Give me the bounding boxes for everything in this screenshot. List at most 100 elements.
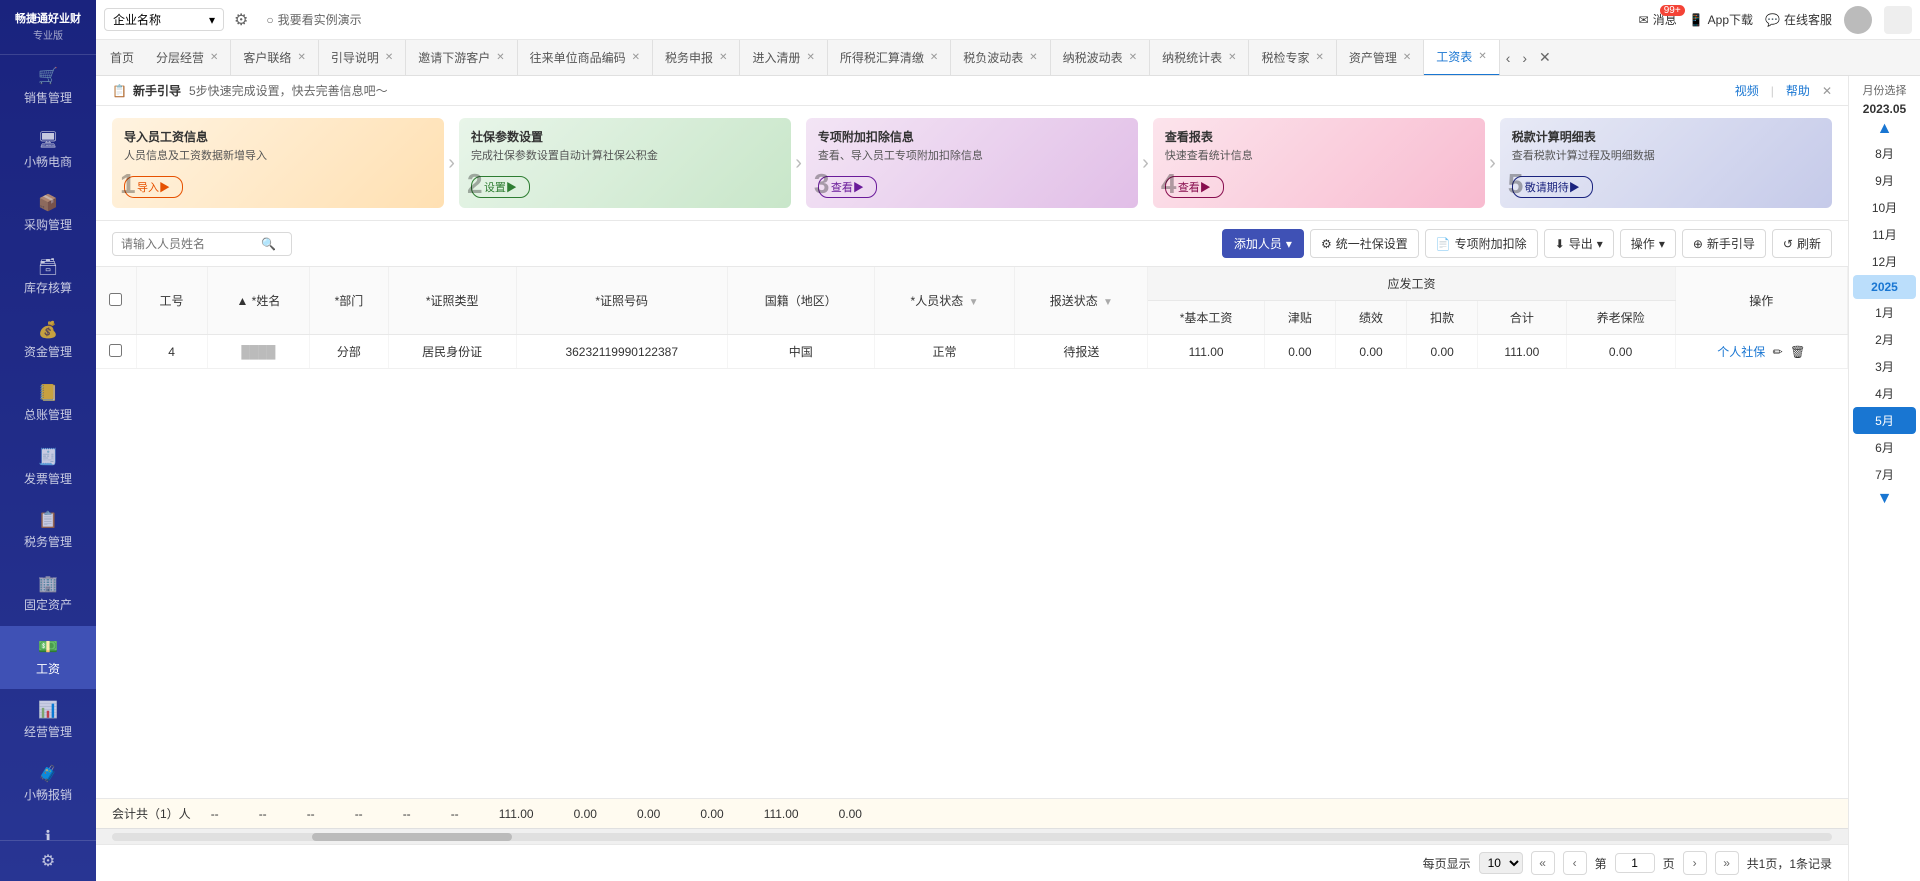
app-download-button[interactable]: 📱 App下载: [1689, 11, 1753, 28]
sidebar-item-发票管理[interactable]: 🧾 发票管理: [0, 436, 96, 499]
sidebar-icon: 📒: [38, 384, 58, 405]
sidebar-item-小畅电商[interactable]: 🖥 小畅电商: [0, 119, 96, 182]
row-checkbox[interactable]: [109, 344, 122, 357]
select-all-checkbox[interactable]: [109, 293, 122, 306]
online-service-button[interactable]: 💬 在线客服: [1765, 11, 1832, 28]
tab-close-icon[interactable]: ✕: [1316, 52, 1324, 63]
page-prev-button[interactable]: ‹: [1563, 851, 1587, 875]
addon-deduction-button[interactable]: 📄 专项附加扣除: [1425, 229, 1538, 258]
tab-close-icon[interactable]: ✕: [297, 52, 305, 63]
month-item-8月[interactable]: 8月: [1849, 140, 1920, 167]
tab-税务申报[interactable]: 税务申报✕: [653, 40, 740, 76]
search-icon[interactable]: 🔍: [261, 237, 276, 251]
tab-税负波动表[interactable]: 税负波动表✕: [951, 40, 1050, 76]
month-prev-button[interactable]: ▲: [1875, 118, 1895, 140]
sidebar-item-采购管理[interactable]: 📦 采购管理: [0, 182, 96, 245]
step-btn-4[interactable]: 敬请期待▶: [1512, 176, 1593, 198]
addon-label: 专项附加扣除: [1455, 235, 1527, 252]
action-button[interactable]: 操作 ▾: [1620, 229, 1676, 258]
search-input[interactable]: [121, 237, 261, 251]
sidebar-label: 小畅报销: [24, 788, 72, 804]
page-first-button[interactable]: «: [1531, 851, 1555, 875]
sidebar-item-工资[interactable]: 💵 工资: [0, 626, 96, 689]
month-item-10月[interactable]: 10月: [1849, 194, 1920, 221]
tab-close-icon[interactable]: ✕: [1403, 52, 1411, 63]
export-button[interactable]: ⬇ 导出 ▾: [1544, 229, 1614, 258]
scrollbar-area: [96, 828, 1848, 844]
personal-insurance-link[interactable]: 个人社保: [1717, 345, 1765, 359]
message-button[interactable]: ✉ 消息 99+: [1639, 11, 1677, 28]
tab-close-icon[interactable]: ✕: [719, 52, 727, 63]
sidebar-item-库存核算[interactable]: 🗃 库存核算: [0, 246, 96, 309]
month-item-7月[interactable]: 7月: [1849, 461, 1920, 488]
tab-往来单位商品编码[interactable]: 往来单位商品编码✕: [518, 40, 653, 76]
sidebar-item-税务管理[interactable]: 📋 税务管理: [0, 499, 96, 562]
month-item-1月[interactable]: 1月: [1849, 299, 1920, 326]
tab-close-icon[interactable]: ✕: [1029, 52, 1037, 63]
demo-button[interactable]: 我要看实例演示: [258, 7, 369, 32]
social-security-setting-button[interactable]: ⚙ 统一社保设置: [1310, 229, 1419, 258]
page-next-button[interactable]: ›: [1683, 851, 1707, 875]
user-avatar[interactable]: [1844, 6, 1872, 34]
tab-close-icon[interactable]: ✕: [806, 52, 814, 63]
tab-close-icon[interactable]: ✕: [210, 52, 218, 63]
tab-工资表[interactable]: 工资表✕: [1424, 40, 1499, 76]
month-item-3月[interactable]: 3月: [1849, 353, 1920, 380]
tab-资产管理[interactable]: 资产管理✕: [1337, 40, 1424, 76]
page-last-button[interactable]: »: [1715, 851, 1739, 875]
sidebar-item-固定资产[interactable]: 🏢 固定资产: [0, 563, 96, 626]
tab-home[interactable]: 首页: [100, 40, 144, 76]
tab-nav-left[interactable]: ‹: [1500, 50, 1517, 66]
tab-纳税波动表[interactable]: 纳税波动表✕: [1051, 40, 1150, 76]
refresh-button[interactable]: ↺ 刷新: [1772, 229, 1832, 258]
footer-cell-2: --: [307, 807, 315, 821]
tab-分层经营[interactable]: 分层经营✕: [144, 40, 231, 76]
tab-纳税统计表[interactable]: 纳税统计表✕: [1150, 40, 1249, 76]
tab-close-icon[interactable]: ✕: [1478, 51, 1486, 62]
settings-icon[interactable]: ⚙: [230, 6, 252, 34]
sidebar-item-基础信息[interactable]: ℹ 基础信息: [0, 816, 96, 840]
tab-税检专家[interactable]: 税检专家✕: [1249, 40, 1336, 76]
tab-close-icon[interactable]: ✕: [1129, 52, 1137, 63]
step-card-2: 专项附加扣除信息 查看、导入员工专项附加扣除信息 查看▶ 3: [806, 118, 1138, 208]
tab-close-icon[interactable]: ✕: [1228, 52, 1236, 63]
tab-close-icon[interactable]: ✕: [632, 52, 640, 63]
sidebar-item-经营管理[interactable]: 📊 经营管理: [0, 689, 96, 752]
month-item-6月[interactable]: 6月: [1849, 434, 1920, 461]
page-input[interactable]: [1615, 853, 1655, 873]
sidebar-item-资金管理[interactable]: 💰 资金管理: [0, 309, 96, 372]
tab-引导说明[interactable]: 引导说明✕: [319, 40, 406, 76]
company-selector[interactable]: 企业名称 ▾: [104, 8, 224, 31]
close-all-tabs-button[interactable]: ✕: [1533, 49, 1557, 66]
month-item-4月[interactable]: 4月: [1849, 380, 1920, 407]
guide-close[interactable]: ✕: [1822, 84, 1832, 98]
add-person-button[interactable]: 添加人员 ▾: [1222, 229, 1304, 258]
tab-close-icon[interactable]: ✕: [930, 52, 938, 63]
edit-icon[interactable]: ✏: [1773, 345, 1783, 359]
guide-help[interactable]: 帮助: [1786, 82, 1810, 99]
tab-进入清册[interactable]: 进入清册✕: [740, 40, 827, 76]
month-item-12月[interactable]: 12月: [1849, 248, 1920, 275]
tab-所得税汇算清缴[interactable]: 所得税汇算清缴✕: [828, 40, 951, 76]
sidebar-item-销售管理[interactable]: 🛒 销售管理: [0, 55, 96, 118]
user-menu[interactable]: [1884, 6, 1912, 34]
guide-video[interactable]: 视频: [1735, 82, 1759, 99]
delete-icon[interactable]: 🗑: [1790, 345, 1805, 359]
month-next-button[interactable]: ▼: [1875, 488, 1895, 510]
tab-客户联络[interactable]: 客户联络✕: [231, 40, 318, 76]
tab-邀请下游客户[interactable]: 邀请下游客户✕: [406, 40, 517, 76]
sidebar-settings[interactable]: ⚙: [0, 840, 96, 881]
month-item-11月[interactable]: 11月: [1849, 221, 1920, 248]
scroll-thumb[interactable]: [312, 833, 512, 841]
sidebar-item-总账管理[interactable]: 📒 总账管理: [0, 372, 96, 435]
month-item-2月[interactable]: 2月: [1849, 326, 1920, 353]
tab-nav-right[interactable]: ›: [1516, 50, 1533, 66]
sidebar-item-小畅报销[interactable]: 🧳 小畅报销: [0, 753, 96, 816]
per-page-select[interactable]: 10 20 50: [1479, 852, 1523, 874]
month-item-5月[interactable]: 5月: [1853, 407, 1916, 434]
tab-close-icon[interactable]: ✕: [496, 52, 504, 63]
step-arrow-2: ›: [791, 152, 806, 175]
month-item-9月[interactable]: 9月: [1849, 167, 1920, 194]
newbie-guide-button[interactable]: ⊕ 新手引导: [1682, 229, 1766, 258]
tab-close-icon[interactable]: ✕: [385, 52, 393, 63]
